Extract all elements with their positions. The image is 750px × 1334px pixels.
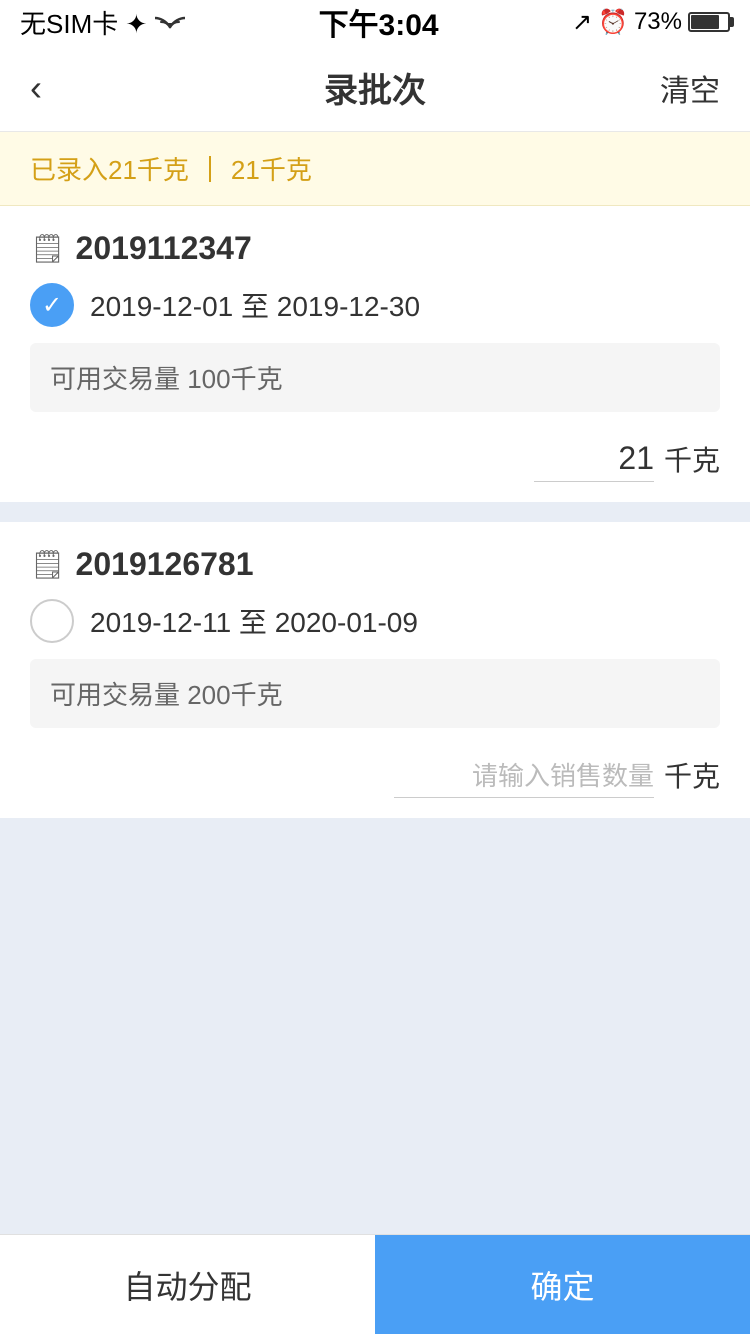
batch-doc-icon-2: 🗒 [30,548,66,581]
info-divider [209,156,211,182]
batch-header-2: 🗒 2019126781 [0,522,750,591]
batch-quantity-row-1: 千克 [0,428,750,502]
batch-date-row-2: 2019-12-11 至 2020-01-09 [0,591,750,655]
battery-percent: 73% [634,8,682,36]
batch-quantity-row-2: 千克 [0,744,750,818]
quantity-input-2[interactable] [394,752,654,798]
nav-bar: ‹ 录批次 清空 [0,44,750,132]
batch-available-1: 可用交易量 100千克 [30,343,720,412]
bottom-bar: 自动分配 确定 [0,1234,750,1334]
batch-date-2: 2019-12-11 至 2020-01-09 [90,601,418,641]
clear-button[interactable]: 清空 [660,66,720,110]
batch-doc-icon-1: 🗒 [30,232,66,265]
content-area: 🗒 2019112347 ✓ 2019-12-01 至 2019-12-30 可… [0,206,750,1238]
batch-id-1: 2019112347 [76,230,252,267]
location-icon: ↗ [572,8,592,37]
status-time: 下午3:04 [319,0,439,44]
info-amount: 21千克 [231,150,312,187]
batch-card-1: 🗒 2019112347 ✓ 2019-12-01 至 2019-12-30 可… [0,206,750,502]
quantity-input-1[interactable] [534,436,654,482]
batch-id-2: 2019126781 [76,546,254,583]
batch-radio-2[interactable] [30,599,74,643]
status-bar: 无SIM卡 ✦ 下午3:04 ↗ ⏰ 73% [0,0,750,44]
wifi-icon [155,7,185,38]
batch-available-2: 可用交易量 200千克 [30,659,720,728]
section-divider-1 [0,502,750,522]
battery-icon [688,12,730,32]
status-right: ↗ ⏰ 73% [572,8,730,37]
back-button[interactable]: ‹ [30,67,90,109]
page-title: 录批次 [324,63,426,112]
batch-card-2: 🗒 2019126781 2019-12-11 至 2020-01-09 可用交… [0,522,750,818]
status-left: 无SIM卡 ✦ [20,4,185,41]
batch-date-row-1: ✓ 2019-12-01 至 2019-12-30 [0,275,750,339]
quantity-unit-1: 千克 [664,439,720,479]
alarm-icon: ⏰ [598,8,628,37]
batch-date-1: 2019-12-01 至 2019-12-30 [90,285,420,325]
sim-text: 无SIM卡 ✦ [20,4,147,41]
batch-radio-1[interactable]: ✓ [30,283,74,327]
quantity-unit-2: 千克 [664,755,720,795]
batch-header-1: 🗒 2019112347 [0,206,750,275]
empty-space [0,818,750,1238]
recorded-label: 已录入21千克 [30,150,189,187]
check-icon-1: ✓ [42,291,62,320]
auto-distribute-button[interactable]: 自动分配 [0,1235,375,1334]
confirm-button[interactable]: 确定 [375,1235,750,1334]
info-banner: 已录入21千克 21千克 [0,132,750,206]
